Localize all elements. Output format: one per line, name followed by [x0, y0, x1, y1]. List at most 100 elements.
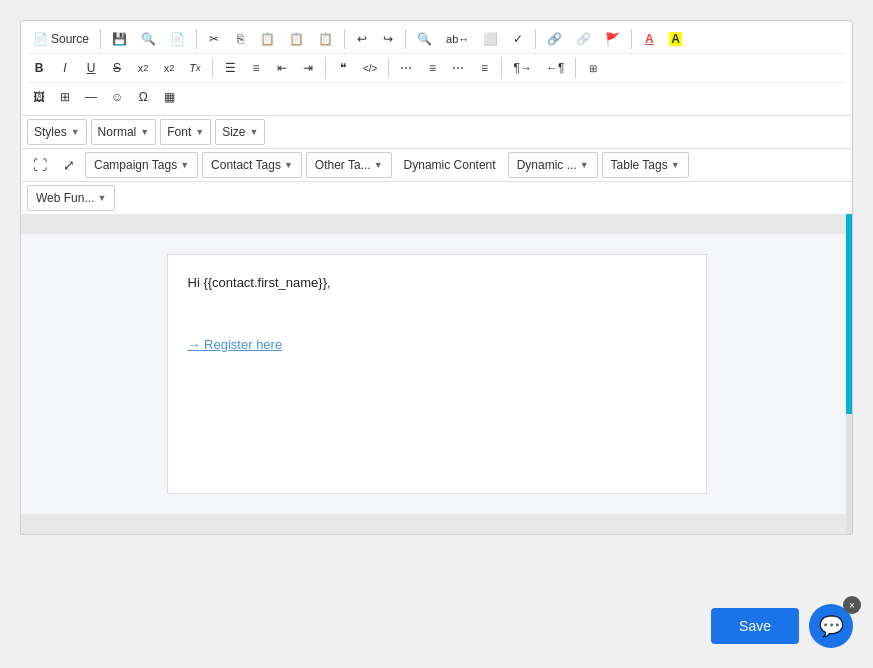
ordered-list-button[interactable]: ☰ — [218, 56, 242, 80]
web-fun-arrow: ▼ — [97, 193, 106, 203]
special-char-button[interactable]: Ω — [131, 85, 155, 109]
hr-button[interactable]: — — [79, 85, 103, 109]
dynamic-dropdown[interactable]: Dynamic ... ▼ — [508, 152, 598, 178]
save-icon: 💾 — [112, 32, 127, 46]
table-tags-dropdown[interactable]: Table Tags ▼ — [602, 152, 689, 178]
subscript-button[interactable]: x2 — [131, 56, 155, 80]
anchor-button[interactable]: 🚩 — [599, 27, 626, 51]
table-tags-arrow: ▼ — [671, 160, 680, 170]
size-arrow: ▼ — [249, 127, 258, 137]
paste-text-button[interactable]: 📋 — [283, 27, 310, 51]
source-button[interactable]: 📄 Source — [27, 27, 95, 51]
bidi-rtl-button[interactable]: ←¶ — [540, 56, 570, 80]
find-button[interactable]: 🔍 — [411, 27, 438, 51]
campaign-tags-dropdown[interactable]: Campaign Tags ▼ — [85, 152, 198, 178]
separator-4 — [405, 29, 406, 49]
spell-check-button[interactable]: ✓ — [506, 27, 530, 51]
resize-button[interactable]: ⤢ — [57, 153, 81, 177]
align-left-button[interactable]: ⋯ — [394, 56, 418, 80]
fullscreen-button[interactable]: ⛶ — [27, 153, 53, 177]
code-button[interactable]: </> — [357, 56, 383, 80]
dynamic-label: Dynamic ... — [517, 158, 577, 172]
undo-button[interactable]: ↩ — [350, 27, 374, 51]
underline-button[interactable]: U — [79, 56, 103, 80]
superscript-button[interactable]: x2 — [157, 56, 181, 80]
unlink-icon: 🔗 — [576, 32, 591, 46]
web-fun-label: Web Fun... — [36, 191, 94, 205]
scrollbar[interactable] — [846, 214, 852, 534]
align-center-button[interactable]: ≡ — [420, 56, 444, 80]
dynamic-content-label: Dynamic Content — [404, 158, 496, 172]
paste-button[interactable]: 📋 — [254, 27, 281, 51]
size-select[interactable]: Size ▼ — [215, 119, 265, 145]
toolbar-row-3: 🖼 ⊞ — ☺ Ω ▦ — [27, 82, 846, 111]
blockquote-icon: ❝ — [340, 61, 346, 75]
close-chat-badge[interactable]: × — [843, 596, 861, 614]
image-button[interactable]: 🖼 — [27, 85, 51, 109]
table-format-button[interactable]: ⊞ — [581, 56, 605, 80]
contact-tags-dropdown[interactable]: Contact Tags ▼ — [202, 152, 302, 178]
table-icon: ⊞ — [60, 90, 70, 104]
indent-decrease-button[interactable]: ⇤ — [270, 56, 294, 80]
align-justify-icon: ≡ — [481, 61, 488, 75]
cut-button[interactable]: ✂ — [202, 27, 226, 51]
separator-5 — [535, 29, 536, 49]
anchor-icon: 🚩 — [605, 32, 620, 46]
web-fun-dropdown[interactable]: Web Fun... ▼ — [27, 185, 115, 211]
normal-label: Normal — [98, 125, 137, 139]
template-button[interactable]: 📄 — [164, 27, 191, 51]
code-icon: </> — [363, 63, 377, 74]
special-char-icon: Ω — [139, 90, 148, 104]
toolbar-row-2: B I U S x2 x2 Tx ☰ ≡ ⇤ ⇥ ❝ </> ⋯ ≡ ⋯ ≡ ¶… — [27, 53, 846, 82]
table-insert-button[interactable]: ⊞ — [53, 85, 77, 109]
table-tags-label: Table Tags — [611, 158, 668, 172]
link-button[interactable]: 🔗 — [541, 27, 568, 51]
blockquote-button[interactable]: ❝ — [331, 56, 355, 80]
styles-arrow: ▼ — [71, 127, 80, 137]
register-link[interactable]: → Register here — [188, 337, 283, 352]
redo-icon: ↪ — [383, 32, 393, 46]
normal-select[interactable]: Normal ▼ — [91, 119, 157, 145]
dynamic-content-button[interactable]: Dynamic Content — [396, 152, 504, 178]
font-select[interactable]: Font ▼ — [160, 119, 211, 145]
bg-color-button[interactable]: A — [663, 27, 688, 51]
contact-tags-label: Contact Tags — [211, 158, 281, 172]
tags-bar: ⛶ ⤢ Campaign Tags ▼ Contact Tags ▼ Other… — [21, 149, 852, 182]
file-icon: 📄 — [33, 32, 48, 46]
unlink-button[interactable]: 🔗 — [570, 27, 597, 51]
paste-word-icon: 📋 — [318, 32, 333, 46]
redo-button[interactable]: ↪ — [376, 27, 400, 51]
styles-select[interactable]: Styles ▼ — [27, 119, 87, 145]
bold-button[interactable]: B — [27, 56, 51, 80]
emoji-button[interactable]: ☺ — [105, 85, 129, 109]
align-right-button[interactable]: ⋯ — [446, 56, 470, 80]
align-justify-button[interactable]: ≡ — [472, 56, 496, 80]
copy-icon: ⎘ — [237, 32, 244, 46]
clear-format-button[interactable]: Tx — [183, 56, 207, 80]
editor-content-area[interactable]: Hi {{contact.first_name}}, → Register he… — [167, 254, 707, 494]
copy-button[interactable]: ⎘ — [228, 27, 252, 51]
ordered-list-icon: ☰ — [225, 61, 236, 75]
separator-11 — [575, 58, 576, 78]
italic-button[interactable]: I — [53, 56, 77, 80]
editor-empty-line — [188, 306, 686, 321]
iframe-button[interactable]: ▦ — [157, 85, 181, 109]
table-format-icon: ⊞ — [589, 63, 597, 74]
text-color-button[interactable]: A — [637, 27, 661, 51]
replace-button[interactable]: ab↔ — [440, 27, 475, 51]
indent-increase-button[interactable]: ⇥ — [296, 56, 320, 80]
editor-text-line1: Hi {{contact.first_name}}, — [188, 275, 686, 290]
replace-icon: ab↔ — [446, 33, 469, 45]
other-tags-dropdown[interactable]: Other Ta... ▼ — [306, 152, 392, 178]
bidi-ltr-button[interactable]: ¶→ — [507, 56, 537, 80]
select-all-button[interactable]: ⬜ — [477, 27, 504, 51]
unordered-list-button[interactable]: ≡ — [244, 56, 268, 80]
scrollbar-thumb — [846, 214, 852, 414]
save-button[interactable]: 💾 — [106, 27, 133, 51]
preview-button[interactable]: 🔍 — [135, 27, 162, 51]
separator-8 — [325, 58, 326, 78]
paste-icon: 📋 — [260, 32, 275, 46]
paste-word-button[interactable]: 📋 — [312, 27, 339, 51]
save-button[interactable]: Save — [711, 608, 799, 644]
strikethrough-button[interactable]: S — [105, 56, 129, 80]
